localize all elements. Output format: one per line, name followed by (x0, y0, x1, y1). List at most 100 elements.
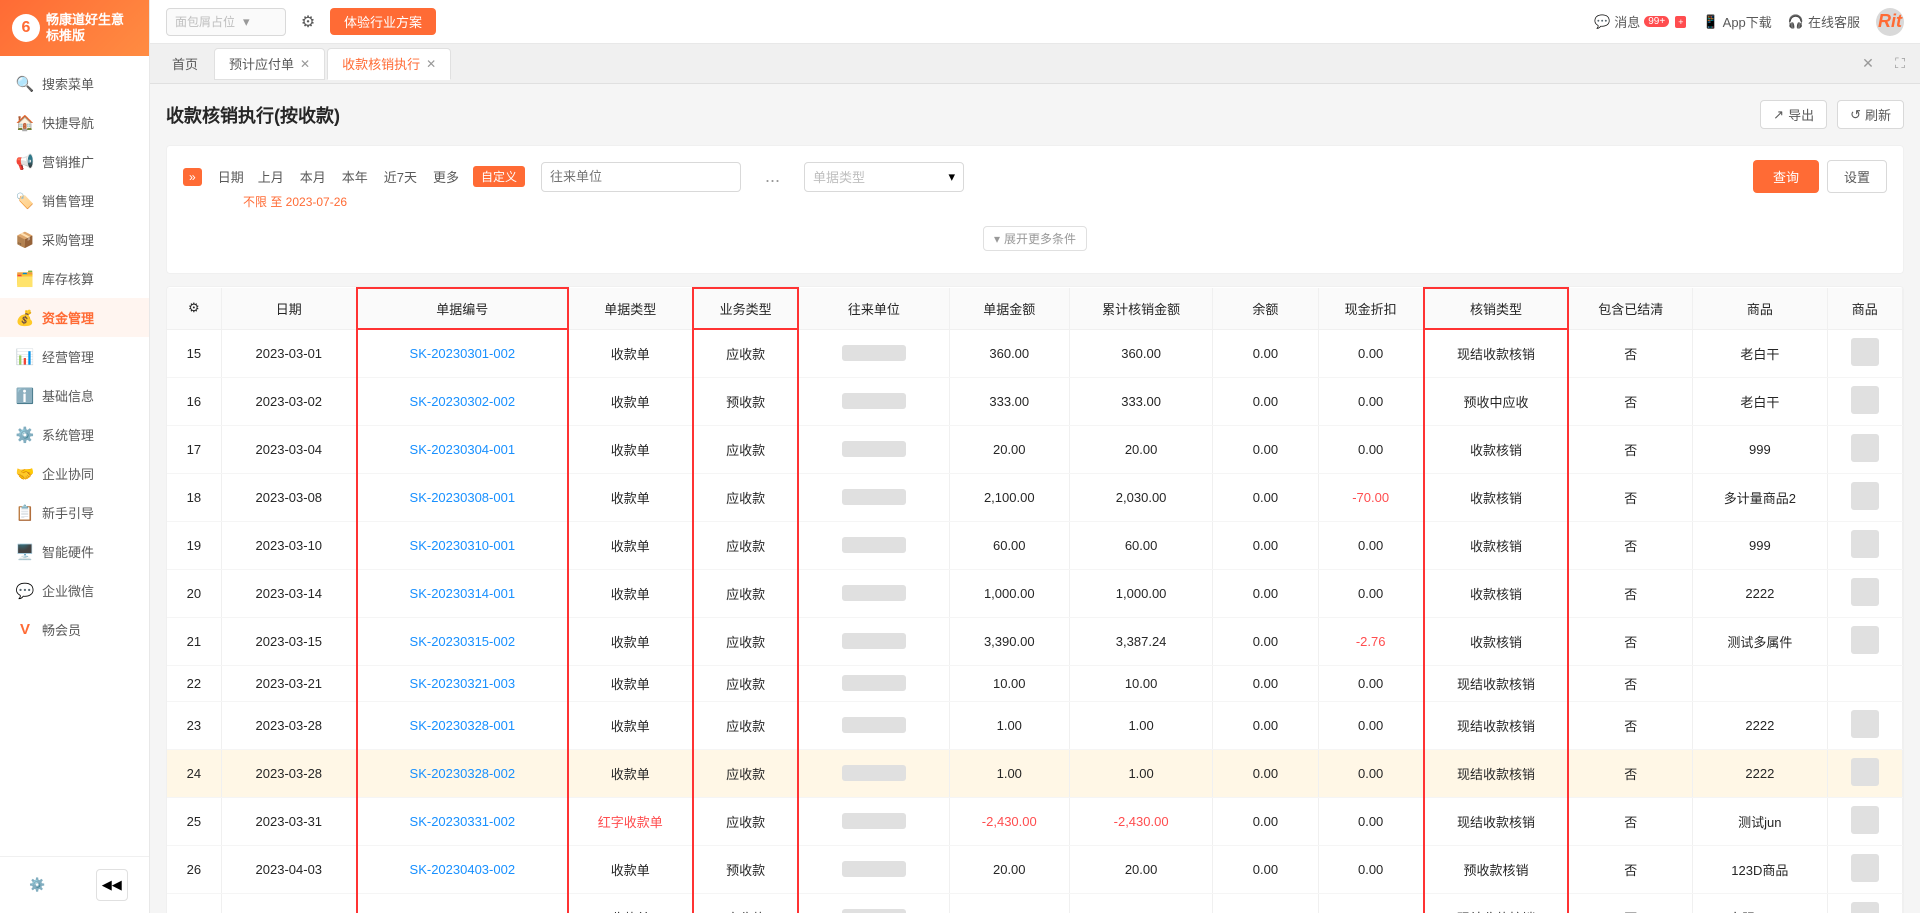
doc-no-link[interactable]: SK-20230408-001 (410, 910, 516, 913)
filter-buttons: 查询 设置 (1753, 160, 1887, 193)
row-doc-no: SK-20230328-001 (357, 701, 568, 749)
finance-icon: 💰 (16, 309, 34, 327)
row-include: 否 (1568, 473, 1692, 521)
row-doc-type: 收款单 (568, 665, 693, 701)
sidebar-item-purchase[interactable]: 📦 采购管理 (0, 220, 149, 259)
doc-no-link[interactable]: SK-20230315-002 (410, 634, 516, 649)
doc-no-link[interactable]: SK-20230314-001 (410, 586, 516, 601)
doc-no-link[interactable]: SK-20230328-001 (410, 718, 516, 733)
row-write-off: 现结收款核销 (1424, 749, 1569, 797)
sidebar-item-wecom[interactable]: 💬 企业微信 (0, 571, 149, 610)
doc-no-link[interactable]: SK-20230301-002 (410, 346, 516, 361)
tab-home[interactable]: 首页 (158, 48, 212, 80)
filter-party-input[interactable] (541, 162, 741, 192)
col-thumb-header: 商品 (1827, 288, 1902, 329)
doc-no-link[interactable]: SK-20230308-001 (410, 490, 516, 505)
row-amount: 1,000.00 (949, 569, 1070, 617)
filter-date-custom[interactable]: 自定义 (473, 166, 525, 187)
filter-expand-btn[interactable]: ▾ 展开更多条件 (983, 226, 1087, 251)
doc-no-link[interactable]: SK-20230328-002 (410, 766, 516, 781)
doc-no-link[interactable]: SK-20230321-003 (410, 676, 516, 691)
row-amount: 333.00 (949, 377, 1070, 425)
row-no: 20 (167, 569, 221, 617)
row-thumb (1827, 569, 1902, 617)
row-balance: 0.00 (1213, 665, 1318, 701)
row-party: ███████ (798, 749, 949, 797)
filter-date-this-month[interactable]: 本月 (294, 165, 332, 188)
data-table: ⚙ 日期 单据编号 单据类型 业务类型 往来单位 单据金额 累计核销金额 余额 … (167, 287, 1903, 913)
tab-receipt-exec-close[interactable]: ✕ (426, 57, 436, 71)
filter-date-more[interactable]: 更多 (427, 165, 465, 188)
sidebar-item-inventory[interactable]: 🗂️ 库存核算 (0, 259, 149, 298)
tab-maximize-btn[interactable]: ⛶ (1888, 52, 1912, 76)
system-icon: ⚙️ (16, 426, 34, 444)
row-date: 2023-03-10 (221, 521, 357, 569)
row-biz-type: 应收款 (693, 569, 798, 617)
sidebar-settings-btn[interactable]: ⚙️ (21, 869, 53, 901)
online-service-btn[interactable]: 🎧 在线客服 (1788, 12, 1860, 31)
topbar-gear-btn[interactable]: ⚙ (294, 8, 322, 36)
doc-no-link[interactable]: SK-20230331-002 (410, 814, 516, 829)
row-discount: 0.00 (1318, 425, 1423, 473)
sidebar-item-basic-info[interactable]: ℹ️ 基础信息 (0, 376, 149, 415)
row-discount: -70.00 (1318, 473, 1423, 521)
row-balance: 0.00 (1213, 749, 1318, 797)
app-download-btn[interactable]: 📱 App下载 (1702, 12, 1771, 31)
sidebar-item-marketing[interactable]: 📢 营销推广 (0, 142, 149, 181)
tab-pre-receipt-close[interactable]: ✕ (300, 57, 310, 71)
filter-date-this-year[interactable]: 本年 (336, 165, 374, 188)
row-include: 否 (1568, 521, 1692, 569)
message-btn[interactable]: 💬 消息 99+ + (1594, 12, 1686, 31)
sidebar-item-sales[interactable]: 🏷️ 销售管理 (0, 181, 149, 220)
sidebar-collapse-btn[interactable]: ◀◀ (96, 869, 128, 901)
solution-btn[interactable]: 体验行业方案 (330, 8, 436, 35)
sidebar-item-finance[interactable]: 💰 资金管理 (0, 298, 149, 337)
row-party: ███████ (798, 701, 949, 749)
refresh-btn[interactable]: ↺ 刷新 (1837, 100, 1904, 129)
doc-no-link[interactable]: SK-20230304-001 (410, 442, 516, 457)
col-settings[interactable]: ⚙ (167, 288, 221, 329)
row-acc-amount: 20.00 (1070, 425, 1213, 473)
row-goods: 2222 (1693, 701, 1827, 749)
row-goods (1693, 665, 1827, 701)
tab-pre-receipt[interactable]: 预计应付单 ✕ (214, 48, 325, 80)
sidebar-item-label: 企业微信 (42, 581, 94, 600)
sidebar-item-guide[interactable]: 📋 新手引导 (0, 493, 149, 532)
purchase-icon: 📦 (16, 231, 34, 249)
sidebar-item-corp-collab[interactable]: 🤝 企业协同 (0, 454, 149, 493)
col-write-off-header: 核销类型 (1424, 288, 1569, 329)
filter-query-btn[interactable]: 查询 (1753, 160, 1819, 193)
row-biz-type: 预收款 (693, 377, 798, 425)
row-goods: 2222 (1693, 569, 1827, 617)
sidebar-item-operations[interactable]: 📊 经营管理 (0, 337, 149, 376)
sidebar-item-quick-nav[interactable]: 🏠 快捷导航 (0, 103, 149, 142)
export-btn[interactable]: ↗ 导出 (1760, 100, 1827, 129)
filter-expand-arrow[interactable]: » (183, 168, 202, 186)
user-avatar[interactable]: Rit (1876, 8, 1904, 36)
sidebar-item-system[interactable]: ⚙️ 系统管理 (0, 415, 149, 454)
row-biz-type: 应收款 (693, 749, 798, 797)
sidebar-item-vip[interactable]: V 畅会员 (0, 610, 149, 649)
filter-date-prev-month[interactable]: 上月 (252, 165, 290, 188)
tab-receipt-exec[interactable]: 收款核销执行 ✕ (327, 48, 451, 80)
doc-no-link[interactable]: SK-20230302-002 (410, 394, 516, 409)
sidebar-bottom: ⚙️ ◀◀ (0, 856, 149, 913)
row-include: 否 (1568, 665, 1692, 701)
tabs-right: ✕ ⛶ (1856, 52, 1912, 76)
table-row: 18 2023-03-08 SK-20230308-001 收款单 应收款 ██… (167, 473, 1903, 521)
row-balance: 0.00 (1213, 893, 1318, 913)
row-doc-type: 收款单 (568, 473, 693, 521)
tab-close-all-btn[interactable]: ✕ (1856, 52, 1880, 76)
sidebar-item-search[interactable]: 🔍 搜索菜单 (0, 64, 149, 103)
filter-settings-btn[interactable]: 设置 (1827, 160, 1887, 193)
doc-no-link[interactable]: SK-20230403-002 (410, 862, 516, 877)
filter-more-dots[interactable]: ... (757, 166, 788, 187)
sidebar-item-smart-hw[interactable]: 🖥️ 智能硬件 (0, 532, 149, 571)
breadcrumb-select[interactable]: 面包屑占位 ▾ (166, 8, 286, 36)
tab-receipt-exec-label: 收款核销执行 (342, 54, 420, 73)
doc-no-link[interactable]: SK-20230310-001 (410, 538, 516, 553)
online-service-label: 在线客服 (1808, 12, 1860, 31)
row-include: 否 (1568, 617, 1692, 665)
filter-date-7days[interactable]: 近7天 (378, 165, 423, 188)
filter-doc-type-select[interactable]: 单据类型 ▾ (804, 162, 964, 192)
